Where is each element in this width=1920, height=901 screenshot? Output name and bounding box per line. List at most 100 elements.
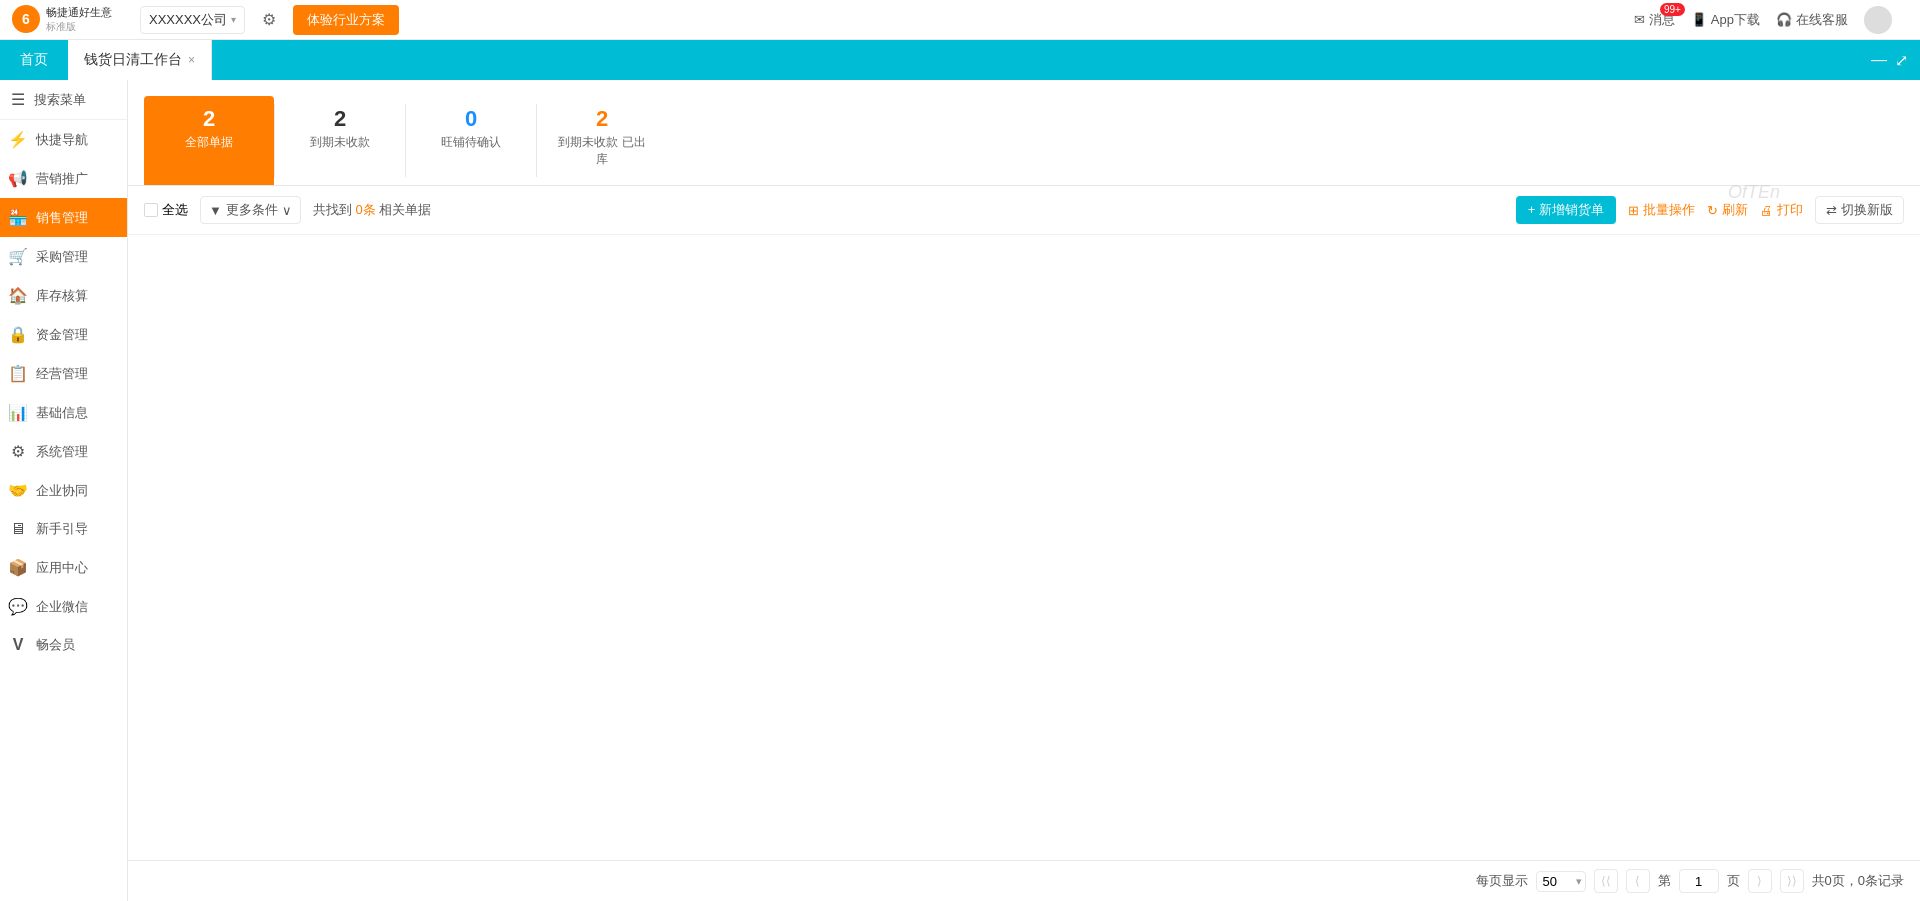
tab-active[interactable]: 钱货日清工作台 × bbox=[68, 40, 212, 80]
sidebar-search[interactable]: ☰ 搜索菜单 bbox=[0, 80, 127, 120]
tab-bar-right: — ⤢ bbox=[1871, 51, 1920, 70]
sidebar-item-guide[interactable]: 🖥 新手引导 bbox=[0, 510, 127, 548]
switch-label: 切换新版 bbox=[1841, 201, 1893, 219]
messages-badge: 99+ bbox=[1660, 3, 1685, 16]
page-suffix: 页 bbox=[1727, 872, 1740, 890]
menu-icon: ☰ bbox=[8, 90, 28, 109]
batch-ops-button[interactable]: ⊞ 批量操作 bbox=[1628, 201, 1695, 219]
switch-version-button[interactable]: ⇄ 切换新版 bbox=[1815, 196, 1904, 224]
sidebar-item-basic-info[interactable]: 📊 基础信息 bbox=[0, 393, 127, 432]
trial-button[interactable]: 体验行业方案 bbox=[293, 5, 399, 35]
sidebar-label-finance: 资金管理 bbox=[36, 326, 88, 344]
sidebar: ☰ 搜索菜单 ⚡ 快捷导航 📢 营销推广 🏪 销售管理 🛒 采购管理 🏠 库存核… bbox=[0, 80, 128, 901]
search-menu-label: 搜索菜单 bbox=[34, 91, 86, 109]
stat-tab-all[interactable]: 2 全部单据 bbox=[144, 96, 274, 185]
filter-label: 更多条件 bbox=[226, 201, 278, 219]
new-sales-button[interactable]: + 新增销货单 bbox=[1516, 196, 1616, 224]
page-next-btn[interactable]: ⟩ bbox=[1748, 869, 1772, 893]
sidebar-item-inventory[interactable]: 🏠 库存核算 bbox=[0, 276, 127, 315]
sidebar-item-sales[interactable]: 🏪 销售管理 bbox=[0, 198, 127, 237]
app-download-label: App下载 bbox=[1711, 11, 1760, 29]
tab-minimize-icon[interactable]: — bbox=[1871, 51, 1887, 69]
stat-tab-overdue[interactable]: 2 到期未收款 bbox=[275, 96, 405, 185]
stat-tab-pending[interactable]: 0 旺铺待确认 bbox=[406, 96, 536, 185]
found-text: 共找到 0条 相关单据 bbox=[313, 201, 431, 219]
finance-icon: 🔒 bbox=[8, 325, 28, 344]
basic-info-icon: 📊 bbox=[8, 403, 28, 422]
sidebar-item-quick-nav[interactable]: ⚡ 快捷导航 bbox=[0, 120, 127, 159]
chevron-down-icon: ▾ bbox=[231, 14, 236, 25]
stat-number-pending: 0 bbox=[422, 106, 520, 132]
pagination: 每页显示 50 10 20 100 ⟨⟨ ⟨ 第 页 ⟩ ⟩⟩ 共0页，0条记录 bbox=[128, 860, 1920, 901]
filter-button[interactable]: ▼ 更多条件 ∨ bbox=[200, 196, 301, 224]
avatar[interactable] bbox=[1864, 6, 1892, 34]
main-layout: ☰ 搜索菜单 ⚡ 快捷导航 📢 营销推广 🏪 销售管理 🛒 采购管理 🏠 库存核… bbox=[0, 80, 1920, 901]
sidebar-item-enterprise[interactable]: 🤝 企业协同 bbox=[0, 471, 127, 510]
table-area bbox=[128, 235, 1920, 860]
sales-icon: 🏪 bbox=[8, 208, 28, 227]
print-button[interactable]: 🖨 打印 bbox=[1760, 201, 1803, 219]
logo-area: 6 畅捷通好生意 标准版 bbox=[12, 5, 140, 33]
company-name: XXXXXX公司 bbox=[149, 11, 227, 29]
sidebar-item-member[interactable]: V 畅会员 bbox=[0, 626, 127, 664]
per-page-wrap: 50 10 20 100 bbox=[1536, 871, 1586, 892]
checkbox-icon[interactable] bbox=[144, 203, 158, 217]
sidebar-item-finance[interactable]: 🔒 资金管理 bbox=[0, 315, 127, 354]
sidebar-label-purchase: 采购管理 bbox=[36, 248, 88, 266]
refresh-label: 刷新 bbox=[1722, 201, 1748, 219]
sidebar-item-purchase[interactable]: 🛒 采购管理 bbox=[0, 237, 127, 276]
stat-number-overdue: 2 bbox=[291, 106, 389, 132]
company-selector[interactable]: XXXXXX公司 ▾ bbox=[140, 6, 245, 34]
stat-label-shipped: 到期未收款 已出库 bbox=[553, 134, 651, 168]
wechat-icon: 💬 bbox=[8, 597, 28, 616]
top-bar: 6 畅捷通好生意 标准版 XXXXXX公司 ▾ ⚙ 体验行业方案 ✉ 消息 99… bbox=[0, 0, 1920, 40]
tab-home[interactable]: 首页 bbox=[0, 40, 68, 80]
member-icon: V bbox=[8, 636, 28, 654]
sidebar-label-member: 畅会员 bbox=[36, 636, 75, 654]
stat-number-shipped: 2 bbox=[553, 106, 651, 132]
sidebar-item-marketing[interactable]: 📢 营销推广 bbox=[0, 159, 127, 198]
logo-sub: 标准版 bbox=[46, 20, 112, 34]
top-right-area: ✉ 消息 99+ 📱 App下载 🎧 在线客服 bbox=[1634, 6, 1908, 34]
toolbar: 全选 ▼ 更多条件 ∨ 共找到 0条 相关单据 + 新增销货单 ⊞ 批量操作 ↻ bbox=[128, 186, 1920, 235]
total-label: 共0页，0条记录 bbox=[1812, 872, 1904, 890]
app-download-btn[interactable]: 📱 App下载 bbox=[1691, 11, 1760, 29]
sidebar-label-sales: 销售管理 bbox=[36, 209, 88, 227]
sidebar-label-system: 系统管理 bbox=[36, 443, 88, 461]
filter-icon: ▼ bbox=[209, 203, 222, 218]
sidebar-label-wechat: 企业微信 bbox=[36, 598, 88, 616]
sidebar-item-app-center[interactable]: 📦 应用中心 bbox=[0, 548, 127, 587]
per-page-label: 每页显示 bbox=[1476, 872, 1528, 890]
sidebar-item-system[interactable]: ⚙ 系统管理 bbox=[0, 432, 127, 471]
batch-label: 批量操作 bbox=[1643, 201, 1695, 219]
sidebar-label-marketing: 营销推广 bbox=[36, 170, 88, 188]
refresh-button[interactable]: ↻ 刷新 bbox=[1707, 201, 1748, 219]
stat-tab-shipped[interactable]: 2 到期未收款 已出库 bbox=[537, 96, 667, 185]
per-page-select[interactable]: 50 10 20 100 bbox=[1536, 871, 1586, 892]
select-all-checkbox[interactable]: 全选 bbox=[144, 201, 188, 219]
settings-icon[interactable]: ⚙ bbox=[253, 4, 285, 36]
online-service-btn[interactable]: 🎧 在线客服 bbox=[1776, 11, 1848, 29]
stat-label-all: 全部单据 bbox=[160, 134, 258, 151]
stat-label-overdue: 到期未收款 bbox=[291, 134, 389, 151]
batch-icon: ⊞ bbox=[1628, 203, 1639, 218]
page-first-btn[interactable]: ⟨⟨ bbox=[1594, 869, 1618, 893]
quick-nav-icon: ⚡ bbox=[8, 130, 28, 149]
page-input[interactable] bbox=[1679, 869, 1719, 893]
print-label: 打印 bbox=[1777, 201, 1803, 219]
switch-icon: ⇄ bbox=[1826, 203, 1837, 218]
messages-btn[interactable]: ✉ 消息 99+ bbox=[1634, 11, 1675, 29]
select-all-label: 全选 bbox=[162, 201, 188, 219]
page-label: 第 bbox=[1658, 872, 1671, 890]
content-area: 2 全部单据 2 到期未收款 0 旺铺待确认 2 到期未收款 已出库 bbox=[128, 80, 1920, 901]
purchase-icon: 🛒 bbox=[8, 247, 28, 266]
tab-label: 钱货日清工作台 bbox=[84, 51, 182, 69]
tab-close-icon[interactable]: × bbox=[188, 53, 195, 67]
tab-expand-icon[interactable]: ⤢ bbox=[1895, 51, 1908, 70]
logo-icon: 6 bbox=[12, 5, 40, 33]
logo-text-area: 畅捷通好生意 标准版 bbox=[46, 5, 112, 33]
page-prev-btn[interactable]: ⟨ bbox=[1626, 869, 1650, 893]
page-last-btn[interactable]: ⟩⟩ bbox=[1780, 869, 1804, 893]
sidebar-item-wechat[interactable]: 💬 企业微信 bbox=[0, 587, 127, 626]
sidebar-item-operations[interactable]: 📋 经营管理 bbox=[0, 354, 127, 393]
